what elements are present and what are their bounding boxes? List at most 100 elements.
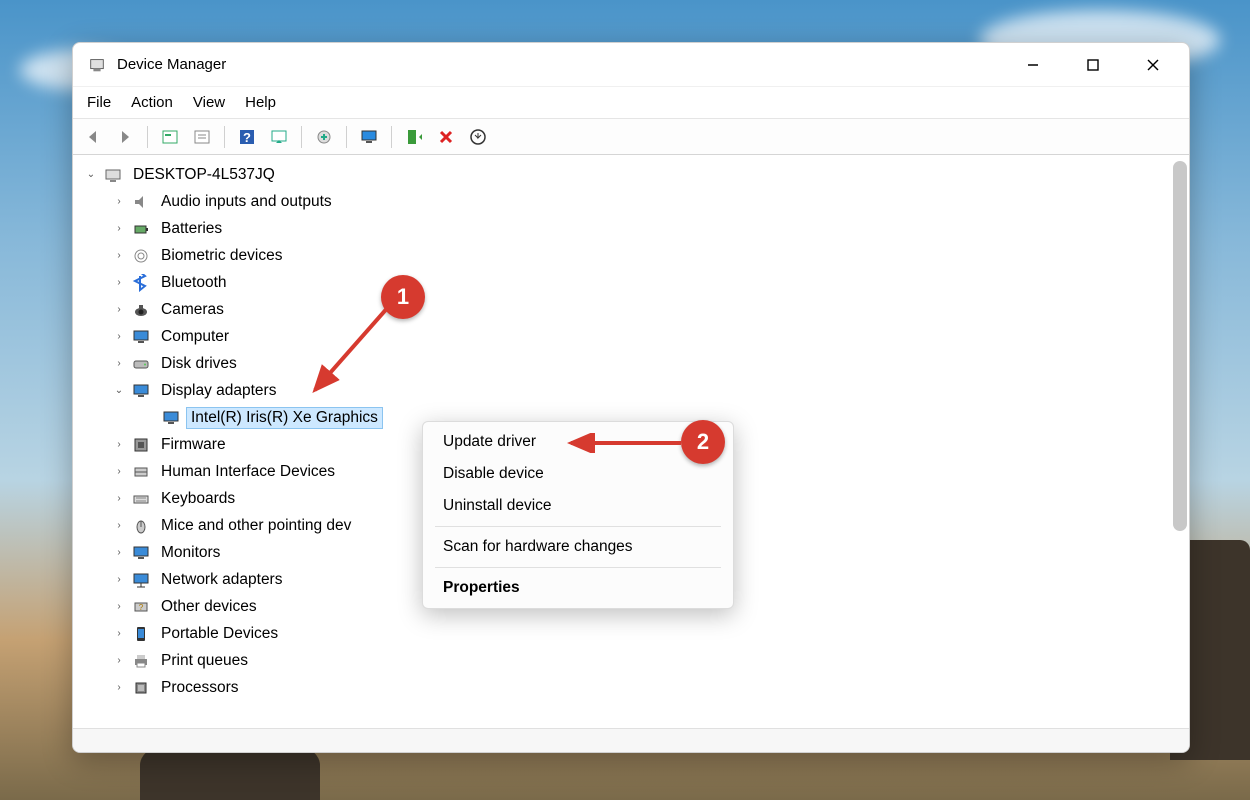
toolbar-separator: [301, 126, 302, 148]
tree-item-label: Bluetooth: [157, 273, 231, 293]
app-icon: [87, 55, 107, 75]
scrollbar[interactable]: [1173, 161, 1187, 531]
scan-icon[interactable]: [265, 123, 293, 151]
chevron-down-icon[interactable]: ⌄: [111, 383, 127, 399]
menu-file[interactable]: File: [87, 94, 111, 111]
tree-item-label: Biometric devices: [157, 246, 286, 266]
annotation-badge-1: 1: [381, 275, 425, 319]
tree-category[interactable]: ›Computer: [73, 323, 1189, 350]
chevron-right-icon[interactable]: ›: [111, 680, 127, 696]
ctx-disable-device[interactable]: Disable device: [423, 458, 733, 490]
chevron-right-icon[interactable]: ›: [111, 599, 127, 615]
chevron-right-icon[interactable]: ›: [111, 464, 127, 480]
chevron-right-icon[interactable]: ›: [111, 545, 127, 561]
help-icon[interactable]: ?: [233, 123, 261, 151]
camera-icon: [131, 300, 151, 320]
printer-icon: [131, 651, 151, 671]
chevron-right-icon[interactable]: ›: [111, 329, 127, 345]
tree-category[interactable]: ›Batteries: [73, 215, 1189, 242]
chevron-right-icon[interactable]: ›: [111, 275, 127, 291]
tree-item-label: Human Interface Devices: [157, 462, 339, 482]
chevron-right-icon[interactable]: ›: [111, 248, 127, 264]
bluetooth-icon: [131, 273, 151, 293]
chevron-right-icon[interactable]: ›: [111, 518, 127, 534]
tree-item-label: Display adapters: [157, 381, 280, 401]
enable-icon[interactable]: [400, 123, 428, 151]
tree-category[interactable]: › Disk drives: [73, 350, 1189, 377]
update-icon[interactable]: [464, 123, 492, 151]
toolbar: ?: [73, 119, 1189, 155]
toolbar-separator: [147, 126, 148, 148]
menubar: File Action View Help: [73, 87, 1189, 119]
tree-item-label: Audio inputs and outputs: [157, 192, 336, 212]
properties-icon[interactable]: [188, 123, 216, 151]
titlebar: Device Manager: [73, 43, 1189, 87]
tree-category[interactable]: › Audio inputs and outputs: [73, 188, 1189, 215]
menu-help[interactable]: Help: [245, 94, 276, 111]
chevron-down-icon[interactable]: ⌄: [83, 167, 99, 183]
mouse-icon: [131, 516, 151, 536]
tree-category[interactable]: › Processors: [73, 674, 1189, 701]
toolbar-separator: [346, 126, 347, 148]
svg-text:?: ?: [139, 603, 144, 612]
computer-icon: [131, 327, 151, 347]
firmware-icon: [131, 435, 151, 455]
audio-icon: [131, 192, 151, 212]
add-legacy-icon[interactable]: [310, 123, 338, 151]
window-controls: [1017, 49, 1181, 81]
battery-icon: [131, 219, 151, 239]
annotation-badge-2: 2: [681, 420, 725, 464]
tree-item-label: Cameras: [157, 300, 228, 320]
menu-view[interactable]: View: [193, 94, 225, 111]
chevron-right-icon[interactable]: ›: [111, 491, 127, 507]
maximize-button[interactable]: [1077, 49, 1109, 81]
tree-category[interactable]: › Bluetooth: [73, 269, 1189, 296]
tree-item-label: Print queues: [157, 651, 252, 671]
window-title: Device Manager: [117, 56, 226, 73]
chevron-right-icon[interactable]: ›: [111, 572, 127, 588]
menu-action[interactable]: Action: [131, 94, 173, 111]
tree-item-label: Monitors: [157, 543, 224, 563]
close-button[interactable]: [1137, 49, 1169, 81]
monitor-icon: [131, 543, 151, 563]
tree-category[interactable]: ⌄ Display adapters: [73, 377, 1189, 404]
keyboard-icon: [131, 489, 151, 509]
hid-icon: [131, 462, 151, 482]
tree-item-label: Other devices: [157, 597, 261, 617]
toolbar-separator: [224, 126, 225, 148]
chevron-right-icon[interactable]: ›: [111, 194, 127, 210]
show-hidden-icon[interactable]: [156, 123, 184, 151]
cpu-icon: [131, 678, 151, 698]
disk-icon: [131, 354, 151, 374]
other-icon: ?: [131, 597, 151, 617]
minimize-button[interactable]: [1017, 49, 1049, 81]
tree-item-label: Intel(R) Iris(R) Xe Graphics: [187, 408, 382, 428]
tree-item-label: Mice and other pointing dev: [157, 516, 355, 536]
tree-root[interactable]: ⌄ DESKTOP-4L537JQ: [73, 161, 1189, 188]
ctx-uninstall-device[interactable]: Uninstall device: [423, 490, 733, 522]
device-manager-window: Device Manager File Action View Help ?: [72, 42, 1190, 753]
tree-item-label: Processors: [157, 678, 243, 698]
network-icon: [131, 570, 151, 590]
computer-icon: [103, 165, 123, 185]
tree-category[interactable]: › Portable Devices: [73, 620, 1189, 647]
chevron-right-icon[interactable]: ›: [111, 653, 127, 669]
chevron-right-icon[interactable]: ›: [111, 356, 127, 372]
chevron-right-icon[interactable]: ›: [111, 626, 127, 642]
portable-icon: [131, 624, 151, 644]
tree-category[interactable]: › Biometric devices: [73, 242, 1189, 269]
tree-item-label: Portable Devices: [157, 624, 282, 644]
tree-item-label: Disk drives: [157, 354, 241, 374]
chevron-right-icon[interactable]: ›: [111, 221, 127, 237]
monitor-icon[interactable]: [355, 123, 383, 151]
back-icon[interactable]: [79, 123, 107, 151]
ctx-properties[interactable]: Properties: [423, 572, 733, 604]
forward-icon[interactable]: [111, 123, 139, 151]
ctx-scan-hardware[interactable]: Scan for hardware changes: [423, 531, 733, 563]
menu-separator: [435, 567, 721, 568]
chevron-right-icon[interactable]: ›: [111, 302, 127, 318]
tree-category[interactable]: › Print queues: [73, 647, 1189, 674]
chevron-right-icon[interactable]: ›: [111, 437, 127, 453]
tree-category[interactable]: › Cameras: [73, 296, 1189, 323]
remove-icon[interactable]: [432, 123, 460, 151]
